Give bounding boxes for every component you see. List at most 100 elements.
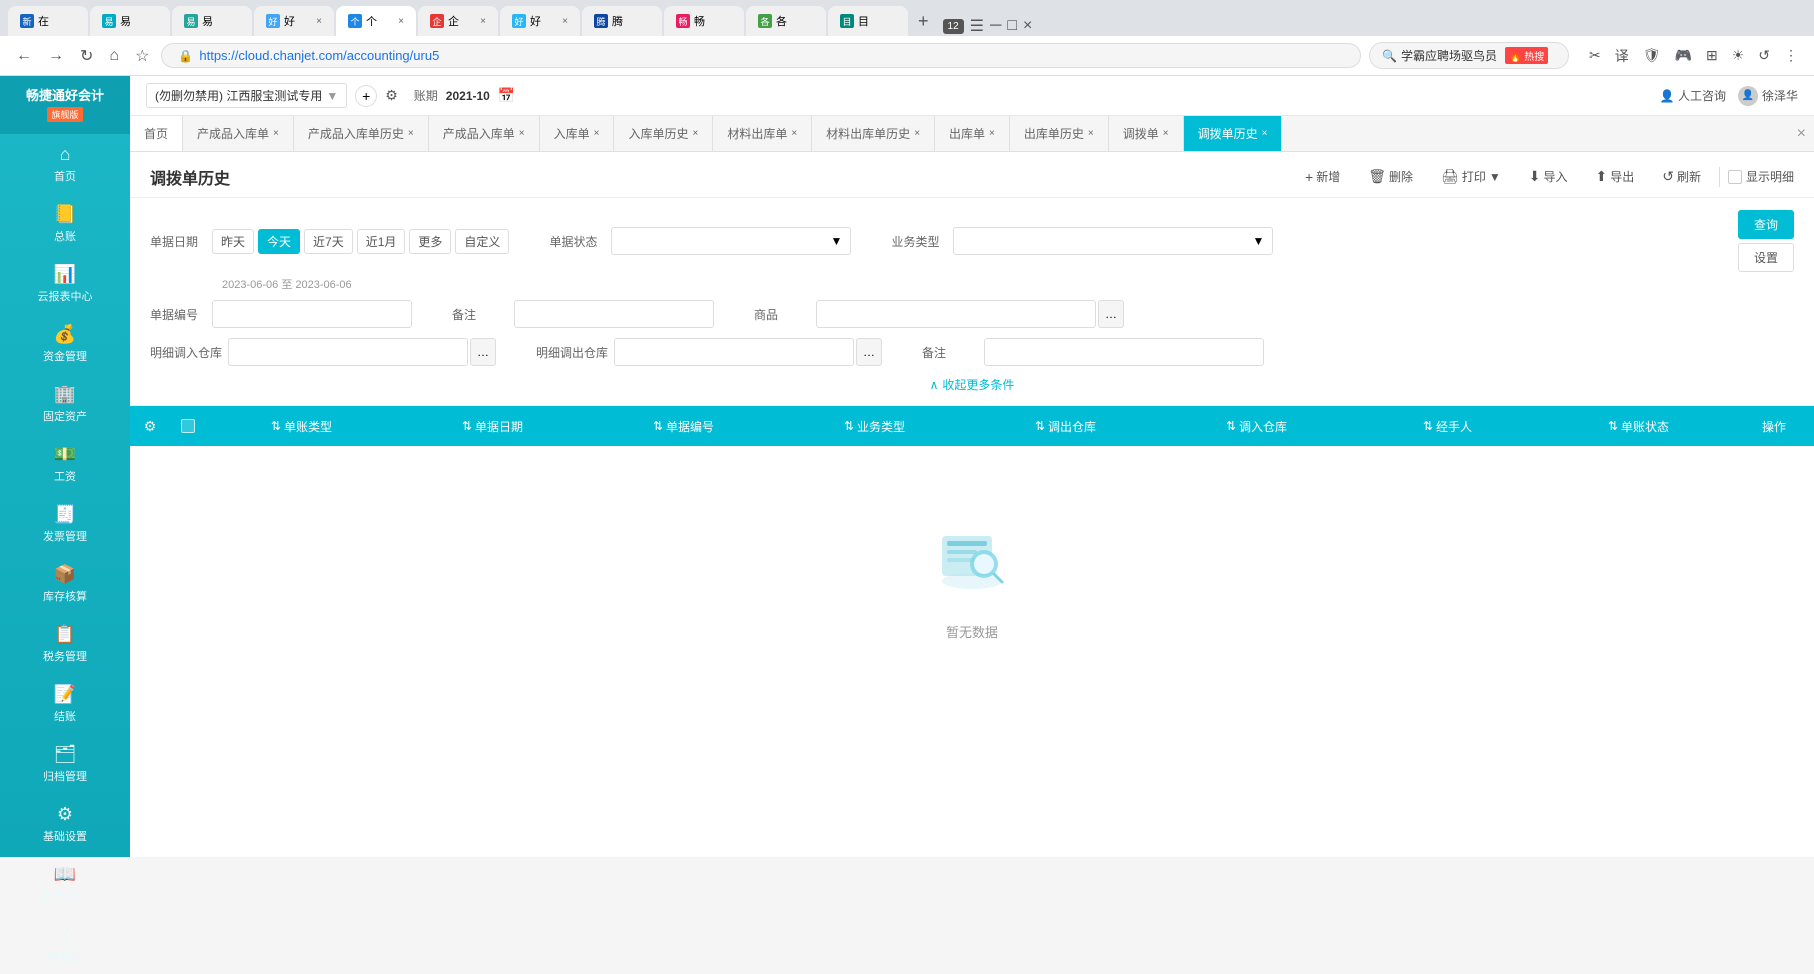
bill-no-input[interactable]: [212, 300, 412, 328]
browser-tab-yi2[interactable]: 易 易: [172, 6, 252, 36]
page-tab-close-icon[interactable]: ×: [791, 128, 797, 139]
page-tab-close-icon[interactable]: ×: [1262, 128, 1268, 139]
col-bill-type[interactable]: ⇅ 单账类型: [206, 418, 397, 435]
date-1month[interactable]: 近1月: [357, 229, 406, 254]
brightness-tool[interactable]: ☀: [1728, 43, 1749, 68]
page-tab-close-icon[interactable]: ×: [594, 128, 600, 139]
page-tab-in[interactable]: 入库单 ×: [540, 116, 615, 152]
page-tab-close-icon[interactable]: ×: [273, 128, 279, 139]
page-tab-out-history[interactable]: 出库单历史 ×: [1010, 116, 1109, 152]
page-tab-transfer-history[interactable]: 调拨单历史 ×: [1184, 116, 1283, 152]
export-button[interactable]: ⬆ 导出: [1585, 164, 1644, 189]
history-tool[interactable]: ↺: [1754, 43, 1774, 68]
sidebar-item-inventory[interactable]: 📦 库存核算: [0, 554, 130, 614]
sidebar-item-invoice[interactable]: 🧾 发票管理: [0, 494, 130, 554]
page-tab-close-icon[interactable]: ×: [408, 128, 414, 139]
date-more[interactable]: 更多: [409, 229, 451, 254]
col-status[interactable]: ⇅ 单账状态: [1543, 418, 1734, 435]
shield-tool[interactable]: 🛡: [1639, 43, 1665, 68]
game-tool[interactable]: 🎮: [1671, 43, 1696, 68]
setting-button[interactable]: 设置: [1738, 243, 1794, 272]
page-tab-prod-in-history[interactable]: 产成品入库单历史 ×: [294, 116, 429, 152]
browser-tab-chang[interactable]: 畅 畅: [664, 6, 744, 36]
forward-button[interactable]: →: [44, 43, 68, 69]
select-all-checkbox[interactable]: [181, 419, 195, 433]
tab-menu-icon[interactable]: ☰: [970, 16, 984, 36]
tab-close-icon[interactable]: ×: [562, 16, 568, 27]
scissors-tool[interactable]: ✂: [1585, 43, 1605, 68]
page-tab-close-icon[interactable]: ×: [1163, 128, 1169, 139]
user-profile[interactable]: 👤 徐泽华: [1738, 86, 1798, 106]
sidebar-item-settings[interactable]: ⚙ 基础设置: [0, 794, 130, 854]
col-bill-no[interactable]: ⇅ 单据编号: [588, 418, 779, 435]
table-settings-icon[interactable]: ⚙: [130, 418, 170, 435]
sidebar-item-member[interactable]: ✓ 畅会员: [0, 914, 130, 974]
print-button[interactable]: 🖨 打印 ▼: [1431, 164, 1511, 189]
browser-tab-mu[interactable]: 目 目: [828, 6, 908, 36]
close-all-tabs[interactable]: ×: [1797, 125, 1814, 143]
address-bar[interactable]: 🔒 https://cloud.chanjet.com/accounting/u…: [161, 43, 1361, 68]
col-biz-type[interactable]: ⇅ 业务类型: [779, 418, 970, 435]
browser-tab-yi1[interactable]: 易 易: [90, 6, 170, 36]
browser-tab-qiye[interactable]: 企 企 ×: [418, 6, 498, 36]
translate-tool[interactable]: 译: [1611, 42, 1633, 70]
col-in-warehouse[interactable]: ⇅ 调入仓库: [1161, 418, 1352, 435]
page-tab-close-icon[interactable]: ×: [692, 128, 698, 139]
favorite-button[interactable]: ☆: [131, 42, 153, 70]
reload-button[interactable]: ↻: [76, 42, 97, 70]
sidebar-item-ledger[interactable]: 📒 总账: [0, 194, 130, 254]
tab-close-icon[interactable]: ×: [480, 16, 486, 27]
new-button[interactable]: + 新增: [1295, 164, 1350, 189]
company-selector[interactable]: (勿删勿禁用) 江西服宝测试专用 ▼: [146, 83, 347, 108]
browser-tab-xinwen[interactable]: 新 在: [8, 6, 88, 36]
detail-in-picker-button[interactable]: …: [470, 338, 496, 366]
page-tab-close-icon[interactable]: ×: [989, 128, 995, 139]
sidebar-item-settlement[interactable]: 📝 结账: [0, 674, 130, 734]
help-button[interactable]: 👤 人工咨询: [1660, 87, 1726, 104]
sidebar-item-tax[interactable]: 📋 税务管理: [0, 614, 130, 674]
browser-tab-hao2[interactable]: 好 好 ×: [500, 6, 580, 36]
home-button[interactable]: ⌂: [105, 43, 123, 69]
display-toggle[interactable]: 显示明细: [1728, 168, 1794, 185]
browser-tab-teng[interactable]: 腾 腾: [582, 6, 662, 36]
settings-gear-button[interactable]: ⚙: [385, 87, 398, 104]
col-handler[interactable]: ⇅ 经手人: [1352, 418, 1543, 435]
delete-button[interactable]: 🗑 删除: [1358, 164, 1423, 189]
sidebar-item-guide[interactable]: 📖 新手引导: [0, 854, 130, 914]
refresh-button[interactable]: ↺ 刷新: [1652, 164, 1711, 189]
page-tab-prod-in2[interactable]: 产成品入库单 ×: [429, 116, 540, 152]
goods-input[interactable]: [816, 300, 1096, 328]
collapse-button[interactable]: ∧ 收起更多条件: [150, 376, 1794, 393]
col-out-warehouse[interactable]: ⇅ 调出仓库: [970, 418, 1161, 435]
close-all-icon[interactable]: ×: [1797, 125, 1806, 143]
browser-tab-ge[interactable]: 各 各: [746, 6, 826, 36]
col-bill-date[interactable]: ⇅ 单据日期: [397, 418, 588, 435]
page-tab-mat-out-history[interactable]: 材料出库单历史 ×: [812, 116, 935, 152]
page-tab-close-icon[interactable]: ×: [914, 128, 920, 139]
minimize-icon[interactable]: ─: [990, 17, 1001, 35]
detail-out-picker-button[interactable]: …: [856, 338, 882, 366]
detail-remark-input[interactable]: [984, 338, 1264, 366]
back-button[interactable]: ←: [12, 43, 36, 69]
maximize-icon[interactable]: □: [1007, 17, 1017, 35]
import-button[interactable]: ⬇ 导入: [1519, 164, 1578, 189]
page-tab-home[interactable]: 首页: [130, 116, 183, 152]
page-tab-close-icon[interactable]: ×: [519, 128, 525, 139]
close-icon[interactable]: ×: [1023, 17, 1032, 35]
sidebar-item-salary[interactable]: 💵 工资: [0, 434, 130, 494]
detail-in-input[interactable]: [228, 338, 468, 366]
page-tab-prod-in[interactable]: 产成品入库单 ×: [183, 116, 294, 152]
browser-tab-chanjet[interactable]: 个 个 ×: [336, 6, 416, 36]
add-company-button[interactable]: +: [355, 85, 377, 107]
detail-out-input[interactable]: [614, 338, 854, 366]
menu-tool[interactable]: ⋮: [1780, 43, 1802, 68]
sidebar-item-finance[interactable]: 💰 资金管理: [0, 314, 130, 374]
grid-tool[interactable]: ⊞: [1702, 43, 1722, 68]
page-tab-transfer[interactable]: 调拨单 ×: [1109, 116, 1184, 152]
status-select[interactable]: ▼: [611, 227, 851, 255]
date-today[interactable]: 今天: [258, 229, 300, 254]
goods-picker-button[interactable]: …: [1098, 300, 1124, 328]
search-text[interactable]: 学霸应聘场驱鸟员: [1401, 47, 1497, 64]
sidebar-item-archive[interactable]: 🗂 归档管理: [0, 734, 130, 794]
page-tab-out[interactable]: 出库单 ×: [935, 116, 1010, 152]
